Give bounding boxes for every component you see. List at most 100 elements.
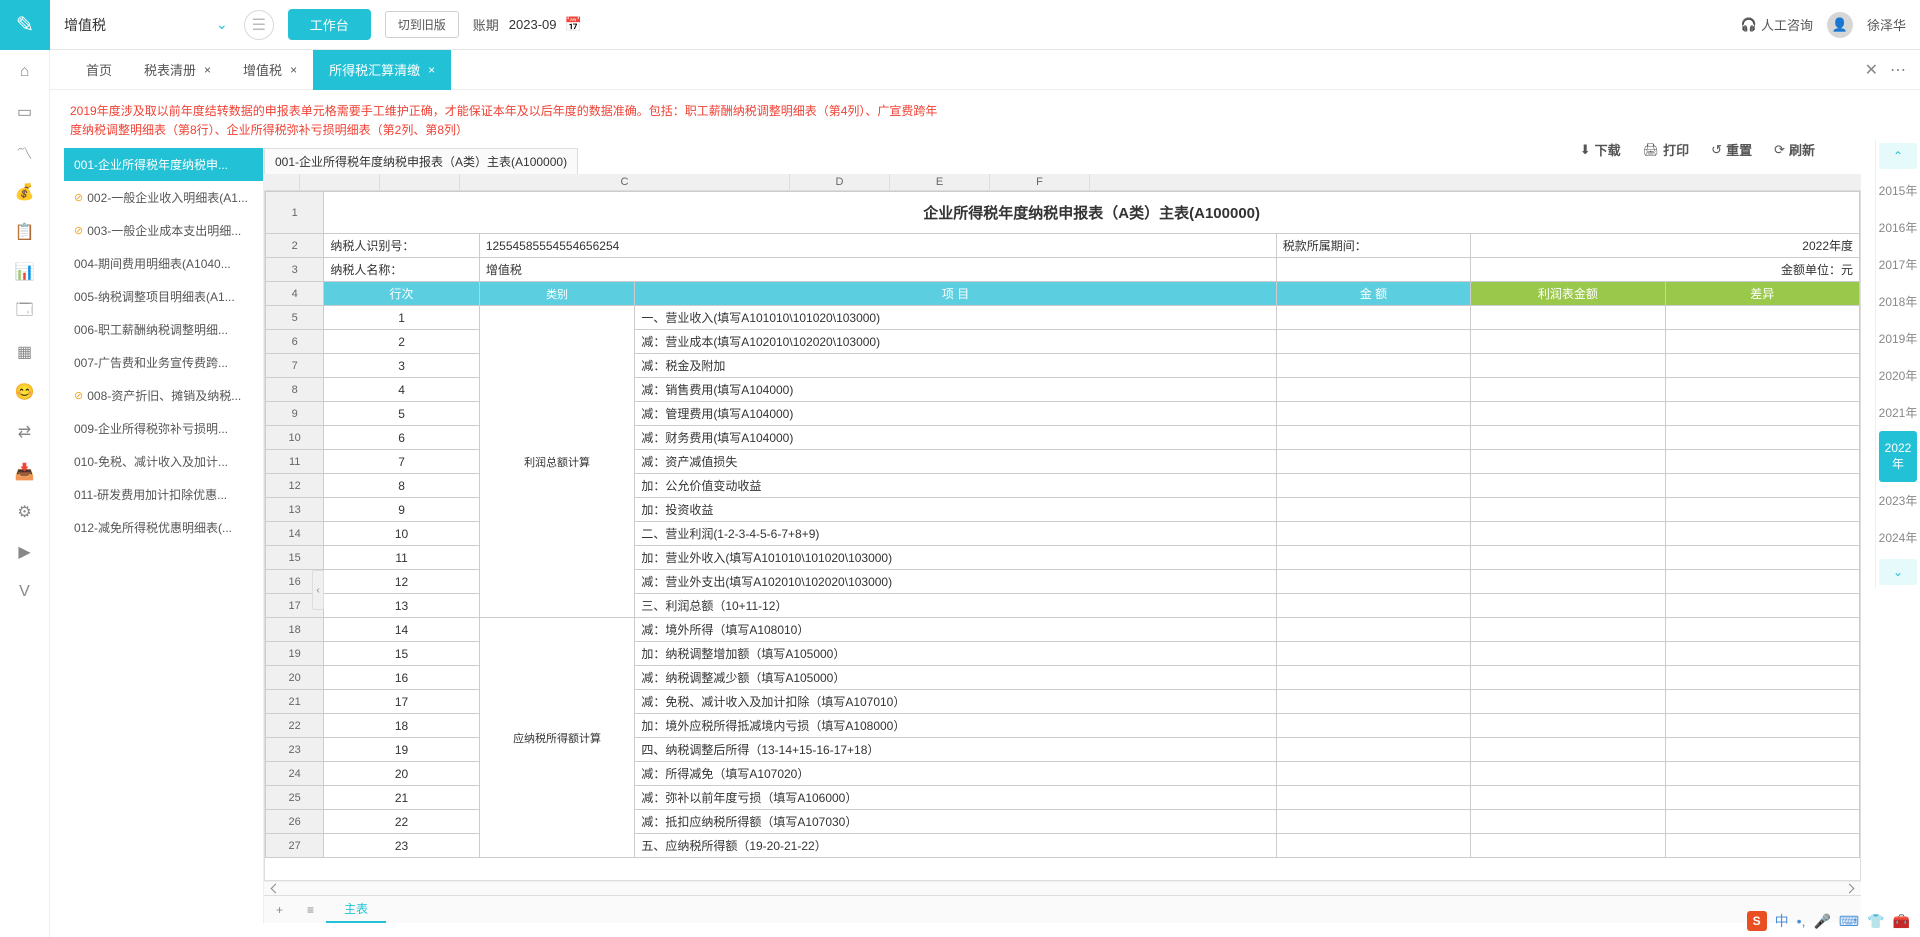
video-icon[interactable]: ▶: [15, 542, 35, 562]
inbox-icon[interactable]: 📥: [15, 462, 35, 482]
diff-cell[interactable]: [1665, 642, 1859, 666]
calendar-icon[interactable]: 📅: [565, 16, 582, 33]
tab-income-tax[interactable]: 所得税汇算清缴×: [313, 50, 451, 90]
year-item[interactable]: 2020年: [1876, 357, 1920, 394]
gear-icon[interactable]: ⚙: [15, 502, 35, 522]
tree-item[interactable]: 012-减免所得税优惠明细表(...: [64, 511, 263, 544]
more-icon[interactable]: ⋯: [1890, 60, 1906, 80]
ime-mode[interactable]: 中: [1775, 911, 1789, 931]
diff-cell[interactable]: [1665, 378, 1859, 402]
year-item[interactable]: 2019年: [1876, 320, 1920, 357]
diff-cell[interactable]: [1665, 570, 1859, 594]
pl-cell[interactable]: [1471, 810, 1665, 834]
close-all-icon[interactable]: ✕: [1865, 60, 1878, 80]
taxpayer-id[interactable]: 1255458555455465​6254: [479, 234, 1276, 258]
sheet-name-tab[interactable]: 主表: [326, 896, 386, 923]
ime-punct-icon[interactable]: •,: [1797, 913, 1806, 929]
diff-cell[interactable]: [1665, 426, 1859, 450]
diff-cell[interactable]: [1665, 522, 1859, 546]
tree-item[interactable]: 005-纳税调整项目明细表(A1...: [64, 280, 263, 313]
tree-item[interactable]: 001-企业所得税年度纳税申...: [64, 148, 263, 181]
add-sheet-button[interactable]: +: [264, 903, 295, 917]
amount-cell[interactable]: [1276, 498, 1470, 522]
pl-cell[interactable]: [1471, 618, 1665, 642]
chart-icon[interactable]: 〽: [15, 142, 35, 162]
v-icon[interactable]: V: [15, 582, 35, 602]
close-icon[interactable]: ×: [290, 63, 297, 77]
pl-cell[interactable]: [1471, 330, 1665, 354]
year-item[interactable]: 2018年: [1876, 283, 1920, 320]
grid-icon[interactable]: ▦: [15, 342, 35, 362]
pl-cell[interactable]: [1471, 666, 1665, 690]
ime-toolbox-icon[interactable]: 🧰: [1893, 913, 1910, 930]
pl-cell[interactable]: [1471, 354, 1665, 378]
amount-cell[interactable]: [1276, 594, 1470, 618]
amount-cell[interactable]: [1276, 426, 1470, 450]
diff-cell[interactable]: [1665, 810, 1859, 834]
diff-cell[interactable]: [1665, 402, 1859, 426]
tree-item[interactable]: ⊘008-资产折旧、摊销及纳税...: [64, 379, 263, 412]
list-icon-button[interactable]: ☰: [244, 10, 274, 40]
ime-mic-icon[interactable]: 🎤: [1813, 913, 1830, 930]
pl-cell[interactable]: [1471, 690, 1665, 714]
amount-cell[interactable]: [1276, 306, 1470, 330]
amount-cell[interactable]: [1276, 378, 1470, 402]
transfer-icon[interactable]: ⇄: [15, 422, 35, 442]
year-down-icon[interactable]: ⌄: [1879, 559, 1917, 585]
consult-button[interactable]: 🎧 人工咨询: [1741, 15, 1813, 34]
diff-cell[interactable]: [1665, 834, 1859, 858]
tree-item[interactable]: 009-企业所得税弥补亏损明...: [64, 412, 263, 445]
pl-cell[interactable]: [1471, 306, 1665, 330]
pl-cell[interactable]: [1471, 498, 1665, 522]
close-icon[interactable]: ×: [204, 63, 211, 77]
diff-cell[interactable]: [1665, 738, 1859, 762]
close-icon[interactable]: ×: [428, 63, 435, 77]
workbench-button[interactable]: 工作台: [288, 9, 371, 40]
year-item[interactable]: 2021年: [1876, 394, 1920, 431]
money-icon[interactable]: 💰: [15, 182, 35, 202]
year-item[interactable]: 2015年: [1876, 172, 1920, 209]
diff-cell[interactable]: [1665, 450, 1859, 474]
diff-cell[interactable]: [1665, 474, 1859, 498]
amount-cell[interactable]: [1276, 450, 1470, 474]
diff-cell[interactable]: [1665, 330, 1859, 354]
pl-cell[interactable]: [1471, 642, 1665, 666]
form-icon[interactable]: 🗔: [15, 302, 35, 322]
taxpayer-name[interactable]: 增值税: [479, 258, 1276, 282]
company-selector[interactable]: 增值税 ⌄: [64, 15, 228, 35]
year-item[interactable]: 2016年: [1876, 209, 1920, 246]
diff-cell[interactable]: [1665, 690, 1859, 714]
tax-period[interactable]: 2022年度: [1471, 234, 1860, 258]
horizontal-scrollbar[interactable]: [264, 881, 1861, 895]
pl-cell[interactable]: [1471, 786, 1665, 810]
year-item[interactable]: 2017年: [1876, 246, 1920, 283]
pl-cell[interactable]: [1471, 474, 1665, 498]
amount-cell[interactable]: [1276, 714, 1470, 738]
ime-logo[interactable]: S: [1747, 911, 1767, 931]
year-item[interactable]: 2022年: [1879, 431, 1917, 482]
pl-cell[interactable]: [1471, 450, 1665, 474]
diff-cell[interactable]: [1665, 618, 1859, 642]
diff-cell[interactable]: [1665, 306, 1859, 330]
diff-cell[interactable]: [1665, 354, 1859, 378]
report-icon[interactable]: 📊: [15, 262, 35, 282]
doc-icon[interactable]: ▭: [15, 102, 35, 122]
amount-cell[interactable]: [1276, 690, 1470, 714]
pl-cell[interactable]: [1471, 426, 1665, 450]
amount-cell[interactable]: [1276, 666, 1470, 690]
pl-cell[interactable]: [1471, 522, 1665, 546]
pl-cell[interactable]: [1471, 546, 1665, 570]
amount-cell[interactable]: [1276, 522, 1470, 546]
amount-cell[interactable]: [1276, 570, 1470, 594]
home-icon[interactable]: ⌂: [15, 62, 35, 82]
amount-cell[interactable]: [1276, 354, 1470, 378]
tree-item[interactable]: 011-研发费用加计扣除优惠...: [64, 478, 263, 511]
tab-tax-list[interactable]: 税表清册×: [128, 50, 227, 90]
ime-skin-icon[interactable]: 👕: [1867, 913, 1884, 930]
amount-cell[interactable]: [1276, 762, 1470, 786]
amount-cell[interactable]: [1276, 474, 1470, 498]
switch-old-version-button[interactable]: 切到旧版: [385, 11, 459, 38]
pl-cell[interactable]: [1471, 738, 1665, 762]
year-item[interactable]: 2023年: [1876, 482, 1920, 519]
amount-cell[interactable]: [1276, 618, 1470, 642]
